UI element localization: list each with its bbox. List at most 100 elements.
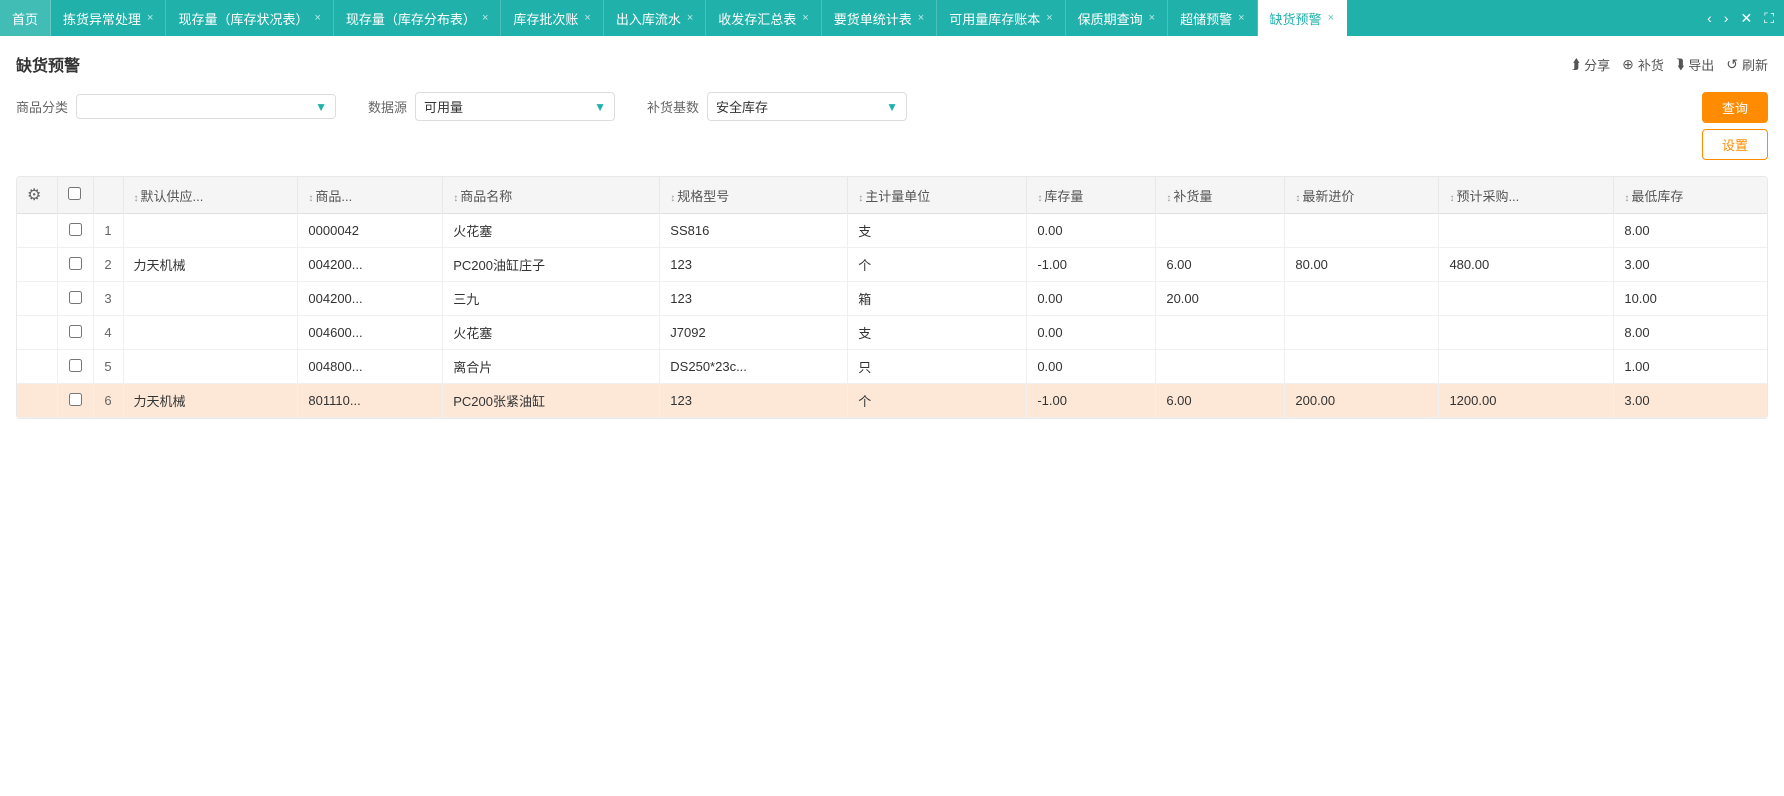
row-replenish-1: 6.00 [1156,248,1285,282]
nav-tab-9[interactable]: 保质期查询× [1066,0,1168,36]
spec-header[interactable]: ↕规格型号 [660,177,848,214]
datasource-select[interactable]: 可用量 ▼ [415,92,615,121]
gear-icon[interactable]: ⚙ [27,187,41,204]
row-checkbox-4[interactable] [69,359,82,372]
row-latest-price-3 [1285,316,1439,350]
row-min-stock-1: 3.00 [1614,248,1767,282]
row-checkbox-cell-1 [57,248,93,282]
nav-tab-6[interactable]: 收发存汇总表× [706,0,821,36]
latest-price-header[interactable]: ↕最新进价 [1285,177,1439,214]
replenish-base-select[interactable]: 安全库存 ▼ [707,92,907,121]
name-header[interactable]: ↕商品名称 [443,177,660,214]
tab-close-9[interactable]: × [1149,12,1155,24]
row-spec-2: 123 [660,282,848,316]
nav-tab-5[interactable]: 出入库流水× [604,0,706,36]
nav-tab-3[interactable]: 现存量（库存分布表）× [334,0,501,36]
nav-tab-11[interactable]: 缺货预警× [1258,0,1347,36]
supplier-header[interactable]: ↕默认供应... [123,177,298,214]
table-row[interactable]: 3 004200... 三九 123 箱 0.00 20.00 10.00 [17,282,1767,316]
row-checkbox-2[interactable] [69,291,82,304]
export-button[interactable]: ⮯ 导出 [1676,55,1714,74]
tab-close-2[interactable]: × [314,12,320,24]
nav-tab-8[interactable]: 可用量库存账本× [937,0,1065,36]
tab-close-4[interactable]: × [584,12,590,24]
nav-next-arrow[interactable]: › [1718,6,1735,30]
refresh-icon: ↺ [1726,56,1738,73]
row-name-3: 火花塞 [443,316,660,350]
select-all-checkbox[interactable] [68,187,81,200]
settings-button[interactable]: 设置 [1702,129,1768,160]
share-button[interactable]: ⮭ 分享 [1572,55,1610,74]
replenish-icon: ⊕ [1622,56,1634,73]
query-button[interactable]: 查询 [1702,92,1768,123]
replenish-base-label: 补货基数 [647,97,699,116]
tab-close-6[interactable]: × [802,12,808,24]
row-name-4: 离合片 [443,350,660,384]
stock-header[interactable]: ↕库存量 [1027,177,1156,214]
row-code-5: 801110... [298,384,443,418]
row-checkbox-1[interactable] [69,257,82,270]
row-settings-0 [17,214,57,248]
row-num-4: 5 [93,350,123,384]
row-latest-price-0 [1285,214,1439,248]
row-checkbox-5[interactable] [69,393,82,406]
row-supplier-4 [123,350,298,384]
nav-tab-4[interactable]: 库存批次账× [501,0,603,36]
row-replenish-5: 6.00 [1156,384,1285,418]
table-body: 1 0000042 火花塞 SS816 支 0.00 8.00 2 力天机械 0… [17,214,1767,418]
table-row[interactable]: 4 004600... 火花塞 J7092 支 0.00 8.00 [17,316,1767,350]
row-checkbox-3[interactable] [69,325,82,338]
row-settings-1 [17,248,57,282]
row-checkbox-0[interactable] [69,223,82,236]
tab-close-5[interactable]: × [687,12,693,24]
tab-close-1[interactable]: × [147,12,153,24]
category-select[interactable]: ▼ [76,94,336,119]
row-spec-0: SS816 [660,214,848,248]
tab-close-7[interactable]: × [918,12,924,24]
nav-tab-2[interactable]: 现存量（库存状况表）× [166,0,333,36]
datasource-value: 可用量 [424,97,463,116]
row-checkbox-cell-3 [57,316,93,350]
row-unit-5: 个 [848,384,1027,418]
page-title: 缺货预警 [16,52,80,76]
row-checkbox-cell-4 [57,350,93,384]
filter-fields: 商品分类 ▼ 数据源 可用量 ▼ 补货基数 安全库存 ▼ [16,92,1686,121]
row-code-3: 004600... [298,316,443,350]
nav-tab-7[interactable]: 要货单统计表× [822,0,937,36]
replenish-button[interactable]: ⊕ 补货 [1622,55,1664,74]
nav-tab-0[interactable]: 首页 [0,0,51,36]
code-header[interactable]: ↕商品... [298,177,443,214]
tab-close-11[interactable]: × [1328,12,1334,24]
min-stock-header[interactable]: ↕最低库存 [1614,177,1767,214]
tab-close-8[interactable]: × [1046,12,1052,24]
row-replenish-0 [1156,214,1285,248]
row-spec-4: DS250*23c... [660,350,848,384]
tab-close-3[interactable]: × [482,12,488,24]
nav-restore-arrow[interactable]: ✕ [1734,6,1758,31]
row-stock-5: -1.00 [1027,384,1156,418]
replenish-header[interactable]: ↕补货量 [1156,177,1285,214]
row-checkbox-cell-2 [57,282,93,316]
top-nav: 首页拣货异常处理×现存量（库存状况表）×现存量（库存分布表）×库存批次账×出入库… [0,0,1784,36]
nav-fullscreen-arrow[interactable]: ⛶ [1758,6,1780,31]
row-code-4: 004800... [298,350,443,384]
row-stock-1: -1.00 [1027,248,1156,282]
est-purchase-header[interactable]: ↕预计采购... [1439,177,1614,214]
table-row[interactable]: 2 力天机械 004200... PC200油缸庄子 123 个 -1.00 6… [17,248,1767,282]
data-table: ⚙ ↕默认供应... ↕商品... ↕商品名称 ↕规格型号 ↕主计量单位 ↕库存… [17,177,1767,418]
refresh-button[interactable]: ↺ 刷新 [1726,55,1768,74]
row-stock-4: 0.00 [1027,350,1156,384]
table-row[interactable]: 5 004800... 离合片 DS250*23c... 只 0.00 1.00 [17,350,1767,384]
replenish-base-filter: 补货基数 安全库存 ▼ [647,92,907,121]
tab-close-10[interactable]: × [1238,12,1244,24]
nav-prev-arrow[interactable]: ‹ [1701,6,1718,30]
row-supplier-0 [123,214,298,248]
replenish-base-value: 安全库存 [716,97,768,116]
unit-header[interactable]: ↕主计量单位 [848,177,1027,214]
datasource-filter: 数据源 可用量 ▼ [368,92,615,121]
nav-tab-1[interactable]: 拣货异常处理× [51,0,166,36]
table-row[interactable]: 1 0000042 火花塞 SS816 支 0.00 8.00 [17,214,1767,248]
nav-tab-10[interactable]: 超储预警× [1168,0,1257,36]
table-container: ⚙ ↕默认供应... ↕商品... ↕商品名称 ↕规格型号 ↕主计量单位 ↕库存… [16,176,1768,419]
table-row[interactable]: 6 力天机械 801110... PC200张紧油缸 123 个 -1.00 6… [17,384,1767,418]
